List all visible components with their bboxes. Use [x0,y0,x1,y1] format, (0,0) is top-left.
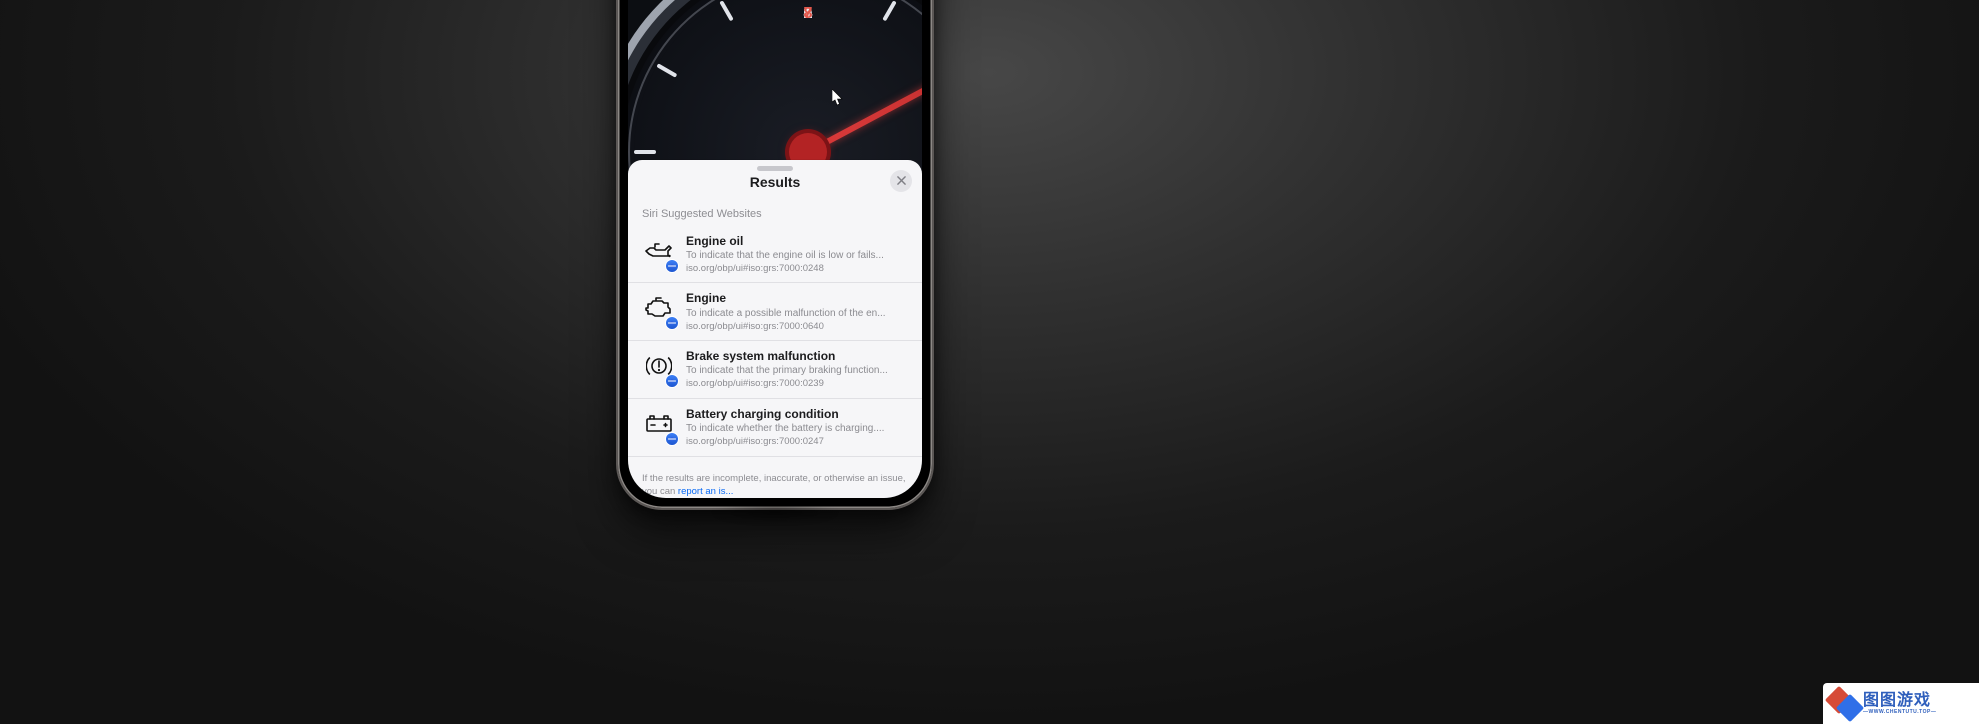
result-row-brake[interactable]: Brake system malfunction To indicate tha… [628,341,922,399]
gauge-tick [656,63,677,77]
section-label: Siri Suggested Websites [628,201,922,226]
result-row-engine-oil[interactable]: Engine oil To indicate that the engine o… [628,226,922,284]
result-url: iso.org/obp/ui#iso:grs:7000:0239 [686,378,910,389]
safari-favicon-icon [666,317,678,329]
phone-screen: 012345678 Results Siri Suggested Website… [628,0,922,498]
report-issue-link[interactable]: report an is... [678,486,733,497]
results-list: Engine oil To indicate that the engine o… [628,226,922,467]
result-row-battery[interactable]: Battery charging condition To indicate w… [628,399,922,457]
result-desc: To indicate whether the battery is charg… [686,423,910,435]
result-url: iso.org/obp/ui#iso:grs:7000:0247 [686,436,910,447]
results-footer: If the results are incomplete, inaccurat… [628,466,922,498]
sheet-header: Results [628,175,922,201]
results-sheet[interactable]: Results Siri Suggested Websites Engine o… [628,160,922,498]
watermark-text-en: —WWW.CHENTUTU.TOP— [1863,710,1936,715]
phone-device: 012345678 Results Siri Suggested Website… [616,0,934,510]
gauge-tick [882,0,896,21]
safari-favicon-icon [666,433,678,445]
result-desc: To indicate that the engine oil is low o… [686,250,910,262]
result-title: Engine oil [686,234,910,248]
result-title: Battery charging condition [686,407,910,421]
watermark-badge: 图图游戏 —WWW.CHENTUTU.TOP— [1823,683,1979,724]
gauge-tick [634,150,656,154]
result-row-engine[interactable]: Engine To indicate a possible malfunctio… [628,283,922,341]
close-icon [897,176,906,185]
brake-icon [642,351,676,381]
watermark-text-zh: 图图游戏 [1863,693,1936,709]
result-desc: To indicate that the primary braking fun… [686,365,910,377]
gauge-tick [719,0,733,21]
result-title: Engine [686,291,910,305]
engine-icon [642,293,676,323]
oil-can-icon [642,236,676,266]
safari-favicon-icon [666,375,678,387]
sheet-title: Results [628,175,922,189]
close-button[interactable] [890,170,912,192]
watermark-logo-icon [1829,690,1857,718]
safari-favicon-icon [666,260,678,272]
result-title: Brake system malfunction [686,349,910,363]
battery-icon [642,409,676,439]
result-url: iso.org/obp/ui#iso:grs:7000:0248 [686,263,910,274]
mouse-cursor-icon [832,89,844,106]
result-url: iso.org/obp/ui#iso:grs:7000:0640 [686,321,910,332]
sheet-grabber[interactable] [757,166,793,171]
gauge-number: 8 [804,6,813,22]
result-desc: To indicate a possible malfunction of th… [686,308,910,320]
